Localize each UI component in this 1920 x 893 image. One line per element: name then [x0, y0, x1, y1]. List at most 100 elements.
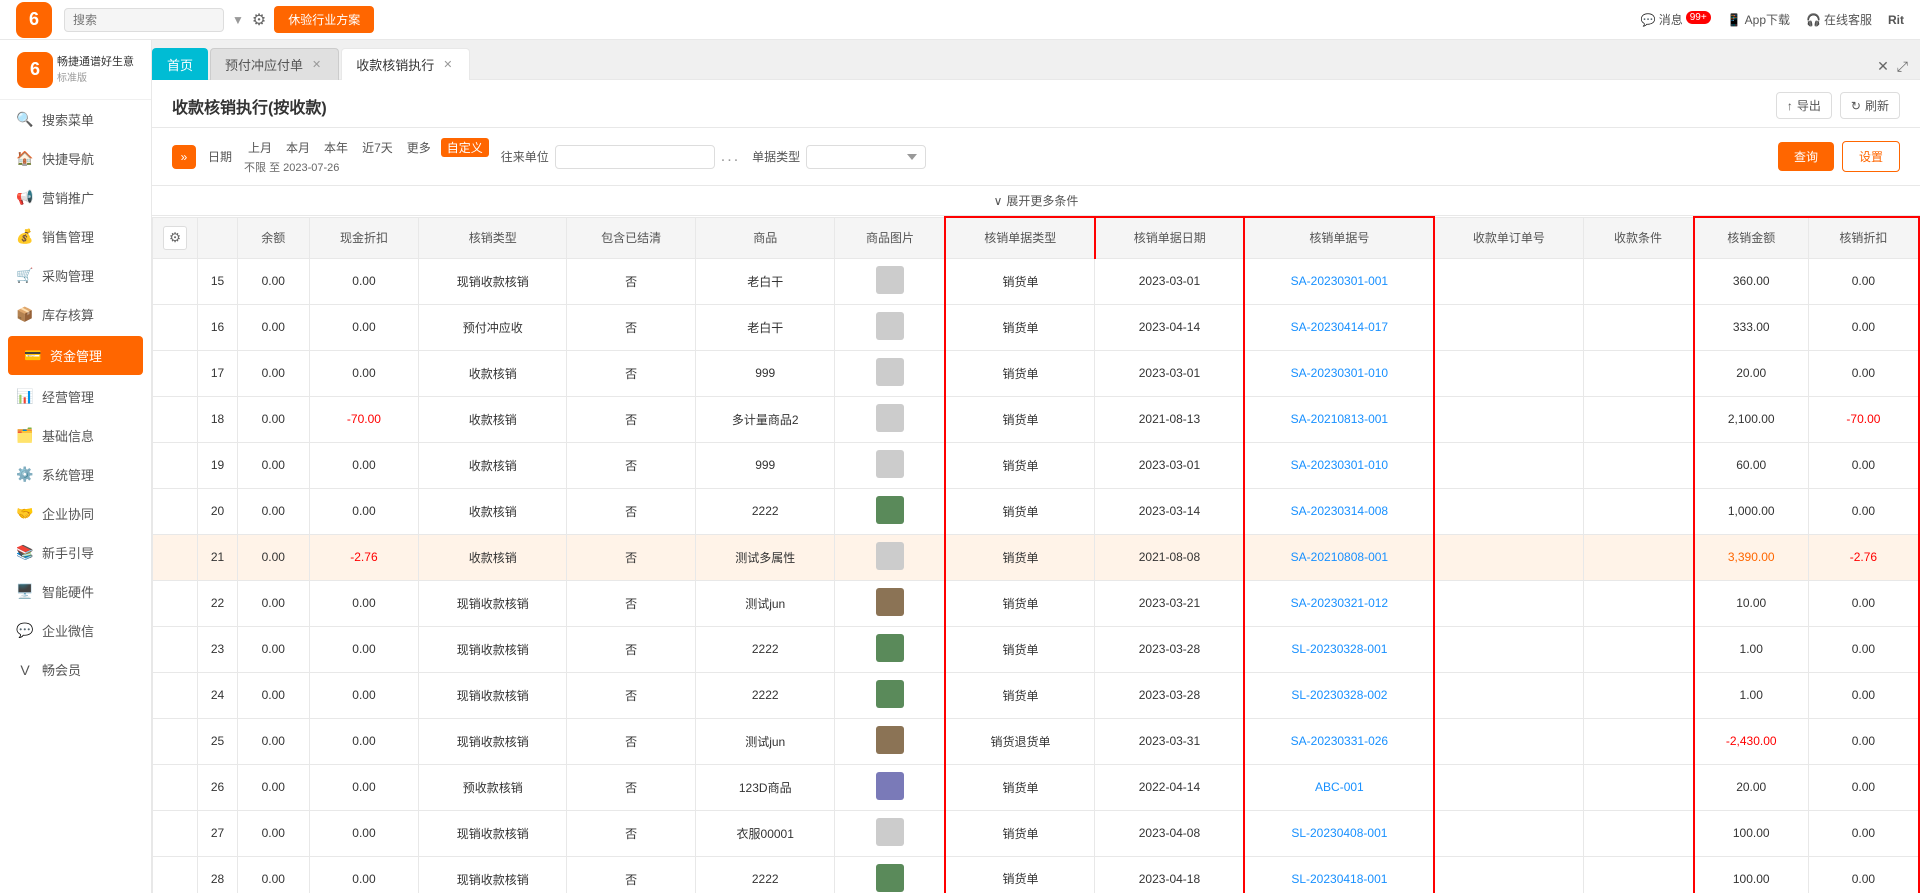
date-opt-7days[interactable]: 近7天 — [358, 138, 397, 157]
sidebar-item-system[interactable]: ⚙️系统管理 — [0, 455, 151, 494]
td-verify-no: SL-20230328-002 — [1244, 672, 1434, 718]
from-unit-input[interactable] — [555, 145, 715, 169]
sidebar-icon-enterprise: 🤝 — [16, 505, 34, 522]
td-discount: 0.00 — [1808, 580, 1919, 626]
verify-no-link[interactable]: SA-20210808-001 — [1291, 550, 1388, 564]
verify-no-link[interactable]: ABC-001 — [1315, 780, 1364, 794]
sidebar-item-basic-info[interactable]: 🗂️基础信息 — [0, 416, 151, 455]
table-settings-btn[interactable]: ⚙ — [163, 226, 187, 250]
verify-no-link[interactable]: SA-20230314-008 — [1291, 504, 1388, 518]
td-verify-date: 2023-03-01 — [1095, 258, 1244, 304]
td-settings — [153, 534, 198, 580]
tab-receipts[interactable]: 收款核销执行 ✕ — [341, 48, 470, 80]
sidebar-item-marketing[interactable]: 📢营销推广 — [0, 178, 151, 217]
sidebar-item-operations[interactable]: 📊经营管理 — [0, 377, 151, 416]
dropdown-arrow-icon[interactable]: ▼ — [232, 13, 244, 27]
sidebar-label-operations: 经营管理 — [42, 387, 94, 406]
messages-area[interactable]: 💬 消息 99+ — [1641, 11, 1711, 28]
td-settings — [153, 304, 198, 350]
td-bill-type: 销货单 — [945, 810, 1094, 856]
refresh-btn[interactable]: ↻ 刷新 — [1840, 92, 1900, 119]
td-cash-discount: 0.00 — [309, 764, 419, 810]
sidebar-item-member[interactable]: V畅会员 — [0, 650, 151, 689]
td-discount: 0.00 — [1808, 856, 1919, 893]
sidebar-item-finance[interactable]: 💳资金管理 — [8, 336, 143, 375]
date-opt-custom[interactable]: 自定义 — [441, 138, 489, 157]
td-receipt-no — [1434, 718, 1583, 764]
verify-no-link[interactable]: SL-20230328-001 — [1291, 642, 1387, 656]
receipts-tab-close[interactable]: ✕ — [440, 57, 455, 72]
verify-no-link[interactable]: SA-20230301-010 — [1291, 458, 1388, 472]
tab-prepay[interactable]: 预付冲应付单 ✕ — [210, 48, 339, 80]
verify-no-link[interactable]: SL-20230408-001 — [1291, 826, 1387, 840]
receipt-type-select[interactable] — [806, 145, 926, 169]
tab-home[interactable]: 首页 — [152, 48, 208, 80]
user-label[interactable]: Rit — [1888, 13, 1904, 27]
from-unit-dots[interactable]: ... — [721, 148, 740, 166]
close-window-icon[interactable]: ✕ — [1877, 58, 1889, 75]
td-product-img — [835, 626, 946, 672]
settings-btn[interactable]: 设置 — [1842, 141, 1900, 172]
td-bill-type: 销货单 — [945, 626, 1094, 672]
date-opt-more[interactable]: 更多 — [403, 138, 435, 157]
td-amount: 360.00 — [1694, 258, 1809, 304]
product-image — [876, 450, 904, 478]
td-verify-no: SA-20230301-010 — [1244, 350, 1434, 396]
solution-btn[interactable]: 休验行业方案 — [274, 6, 374, 33]
sidebar-item-sales[interactable]: 💰销售管理 — [0, 217, 151, 256]
table-row: 19 0.00 0.00 收款核销 否 999 销货单 2023-03-01 S… — [153, 442, 1920, 488]
sidebar-item-wechat[interactable]: 💬企业微信 — [0, 611, 151, 650]
sidebar-item-inventory[interactable]: 📦库存核算 — [0, 295, 151, 334]
sidebar-item-quick-nav[interactable]: 🏠快捷导航 — [0, 139, 151, 178]
td-settings — [153, 442, 198, 488]
query-btn[interactable]: 查询 — [1778, 142, 1834, 171]
receipts-tab-label: 收款核销执行 — [356, 55, 434, 74]
td-condition — [1583, 304, 1694, 350]
date-opt-this-year[interactable]: 本年 — [320, 138, 352, 157]
online-service-link[interactable]: 🎧 在线客服 — [1806, 11, 1872, 28]
settings-icon[interactable]: ⚙ — [252, 10, 266, 30]
td-condition — [1583, 488, 1694, 534]
td-bill-type: 销货单 — [945, 442, 1094, 488]
td-product-img — [835, 442, 946, 488]
product-image — [876, 864, 904, 892]
table-row: 16 0.00 0.00 预付冲应收 否 老白干 销货单 2023-04-14 … — [153, 304, 1920, 350]
verify-no-link[interactable]: SA-20230331-026 — [1291, 734, 1388, 748]
filter-expand-arrow[interactable]: » — [172, 145, 196, 169]
td-balance: 0.00 — [238, 396, 310, 442]
date-opt-this-month[interactable]: 本月 — [282, 138, 314, 157]
verify-no-link[interactable]: SA-20230301-010 — [1291, 366, 1388, 380]
td-included: 否 — [567, 304, 696, 350]
verify-no-link[interactable]: SA-20230301-001 — [1291, 274, 1388, 288]
verify-no-link[interactable]: SL-20230418-001 — [1291, 872, 1387, 886]
sidebar-item-purchase[interactable]: 🛒采购管理 — [0, 256, 151, 295]
prepay-tab-close[interactable]: ✕ — [309, 57, 324, 72]
verify-no-link[interactable]: SA-20230414-017 — [1291, 320, 1388, 334]
sidebar-item-newbie[interactable]: 📚新手引导 — [0, 533, 151, 572]
expand-more-btn[interactable]: ∨ 展开更多条件 — [994, 192, 1079, 209]
td-amount: 100.00 — [1694, 856, 1809, 893]
td-product-img — [835, 672, 946, 718]
table-container: ⚙ 余额 现金折扣 核销类型 包含已结清 商品 商品图片 核销单据类型 核销单据… — [152, 216, 1920, 893]
search-input[interactable] — [64, 8, 224, 32]
td-amount: 1.00 — [1694, 672, 1809, 718]
maximize-icon[interactable]: ⤢ — [1897, 58, 1908, 75]
export-btn[interactable]: ↑ 导出 — [1776, 92, 1832, 119]
td-product-img — [835, 396, 946, 442]
verify-no-link[interactable]: SL-20230328-002 — [1291, 688, 1387, 702]
td-included: 否 — [567, 856, 696, 893]
date-opt-last-month[interactable]: 上月 — [244, 138, 276, 157]
sidebar-label-basic-info: 基础信息 — [42, 426, 94, 445]
td-discount: 0.00 — [1808, 626, 1919, 672]
app-download-link[interactable]: 📱 App下载 — [1727, 11, 1790, 28]
verify-no-link[interactable]: SA-20210813-001 — [1291, 412, 1388, 426]
table-row: 15 0.00 0.00 现销收款核销 否 老白干 销货单 2023-03-01… — [153, 258, 1920, 304]
sidebar-item-enterprise[interactable]: 🤝企业协同 — [0, 494, 151, 533]
verify-no-link[interactable]: SA-20230321-012 — [1291, 596, 1388, 610]
sidebar-item-search-menu[interactable]: 🔍搜索菜单 — [0, 100, 151, 139]
sidebar-label-inventory: 库存核算 — [42, 305, 94, 324]
td-verify-type: 现销收款核销 — [419, 580, 567, 626]
td-cash-discount: 0.00 — [309, 626, 419, 672]
sidebar-item-hardware[interactable]: 🖥️智能硬件 — [0, 572, 151, 611]
sidebar-label-system: 系统管理 — [42, 465, 94, 484]
